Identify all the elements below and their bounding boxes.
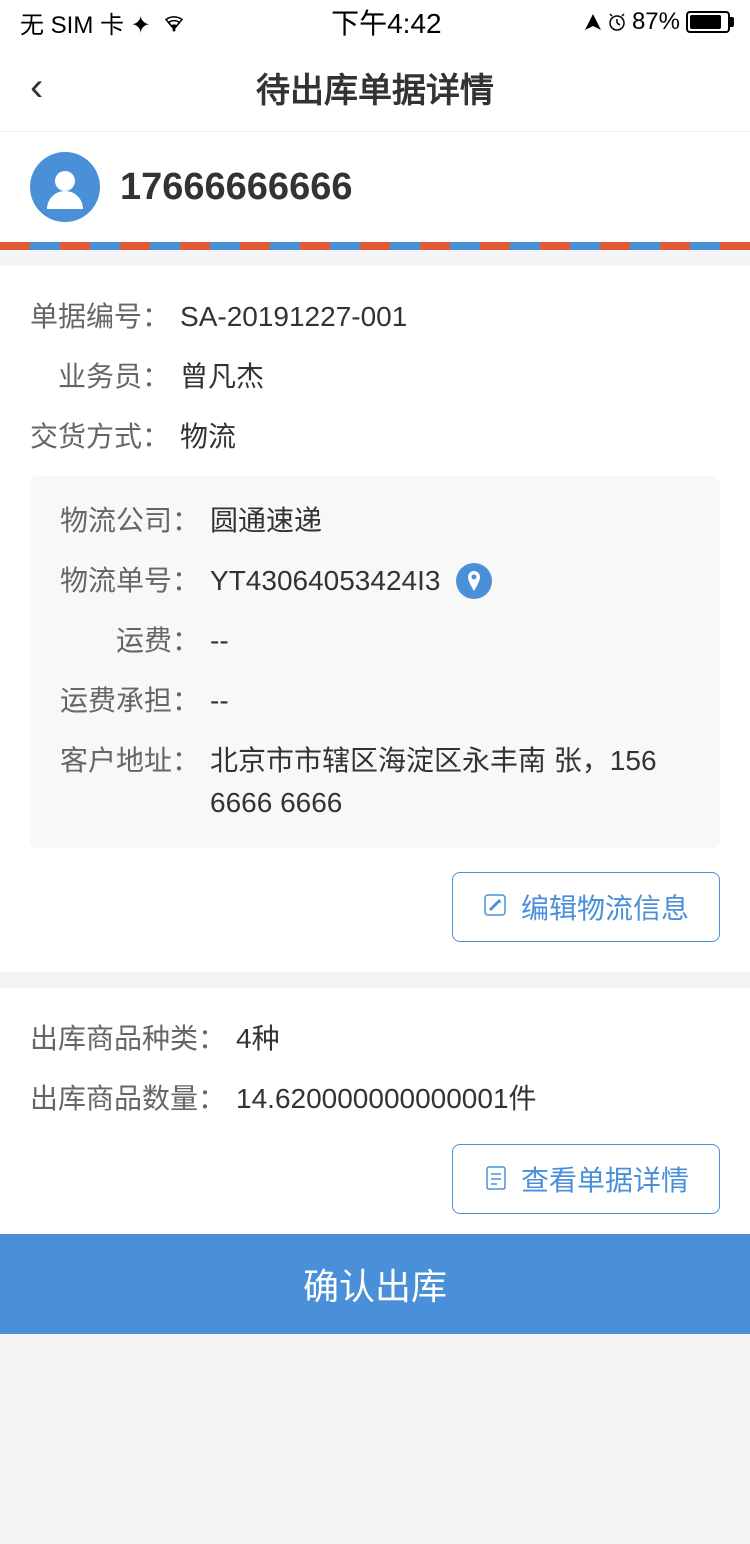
product-qty-value: 14.620000000000001件 [236, 1078, 720, 1120]
product-type-label: 出库商品种类： [30, 1018, 226, 1060]
delivery-method-label: 交货方式： [30, 416, 170, 458]
stats-section: 出库商品种类： 4种 出库商品数量： 14.620000000000001件 查… [0, 988, 750, 1244]
tracking-no-value: YT43064053424I3 [210, 560, 440, 602]
logistics-company-row: 物流公司： 圆通速递 [60, 500, 690, 542]
logistics-company-value: 圆通速递 [210, 500, 690, 542]
page-title: 待出库单据详情 [256, 63, 494, 112]
logistics-company-label: 物流公司： [60, 500, 200, 542]
freight-bear-label: 运费承担： [60, 680, 200, 722]
product-qty-label: 出库商品数量： [30, 1078, 226, 1120]
edit-button-wrapper: 编辑物流信息 [30, 872, 720, 942]
wifi-icon [159, 11, 189, 33]
view-details-button[interactable]: 查看单据详情 [452, 1144, 720, 1214]
sim-status: 无 SIM 卡 ✦ [20, 5, 151, 40]
avatar-icon [43, 165, 87, 209]
freight-bear-value: -- [210, 680, 690, 722]
tracking-no-value-row: YT43064053424I3 [210, 560, 690, 602]
edit-icon [483, 893, 511, 921]
confirm-label: 确认出库 [303, 1258, 447, 1310]
order-no-value: SA-20191227-001 [180, 296, 720, 338]
status-time: 下午4:42 [331, 2, 442, 42]
status-left: 无 SIM 卡 ✦ [20, 5, 189, 40]
basic-info-section: 单据编号： SA-20191227-001 业务员： 曾凡杰 交货方式： 物流 … [0, 266, 750, 972]
battery-icon [686, 11, 730, 33]
delivery-method-row: 交货方式： 物流 [30, 416, 720, 458]
product-qty-row: 出库商品数量： 14.620000000000001件 [30, 1078, 720, 1120]
salesperson-label: 业务员： [30, 356, 170, 398]
address-row: 客户地址： 北京市市辖区海淀区永丰南 张，156 6666 6666 [60, 740, 690, 824]
freight-row: 运费： -- [60, 620, 690, 662]
customer-header: 17666666666 [0, 132, 750, 242]
order-no-row: 单据编号： SA-20191227-001 [30, 296, 720, 338]
address-label: 客户地址： [60, 740, 200, 782]
avatar [30, 152, 100, 222]
status-right: 87% [584, 8, 730, 36]
tracking-location-icon[interactable] [456, 563, 492, 599]
document-icon [483, 1165, 511, 1193]
view-details-wrapper: 查看单据详情 [30, 1144, 720, 1214]
salesperson-row: 业务员： 曾凡杰 [30, 356, 720, 398]
tracking-no-label: 物流单号： [60, 560, 200, 602]
alarm-icon [608, 13, 626, 31]
nav-bar: ‹ 待出库单据详情 [0, 44, 750, 132]
edit-logistics-label: 编辑物流信息 [521, 887, 689, 927]
confirm-button[interactable]: 确认出库 [0, 1234, 750, 1334]
salesperson-value: 曾凡杰 [180, 356, 720, 398]
dashed-divider [0, 242, 750, 250]
order-no-label: 单据编号： [30, 296, 170, 338]
location-arrow-icon [584, 13, 602, 31]
battery-percent: 87% [632, 8, 680, 36]
tracking-no-row: 物流单号： YT43064053424I3 [60, 560, 690, 602]
delivery-method-value: 物流 [180, 416, 720, 458]
product-type-value: 4种 [236, 1018, 720, 1060]
status-bar: 无 SIM 卡 ✦ 下午4:42 87% [0, 0, 750, 44]
customer-phone: 17666666666 [120, 166, 352, 209]
address-value: 北京市市辖区海淀区永丰南 张，156 6666 6666 [210, 740, 690, 824]
freight-bear-row: 运费承担： -- [60, 680, 690, 722]
freight-label: 运费： [60, 620, 200, 662]
back-button[interactable]: ‹ [30, 65, 43, 110]
edit-logistics-button[interactable]: 编辑物流信息 [452, 872, 720, 942]
logistics-box: 物流公司： 圆通速递 物流单号： YT43064053424I3 运费： -- [30, 476, 720, 848]
freight-value: -- [210, 620, 690, 662]
view-details-label: 查看单据详情 [521, 1159, 689, 1199]
product-type-row: 出库商品种类： 4种 [30, 1018, 720, 1060]
pin-icon [464, 571, 484, 591]
